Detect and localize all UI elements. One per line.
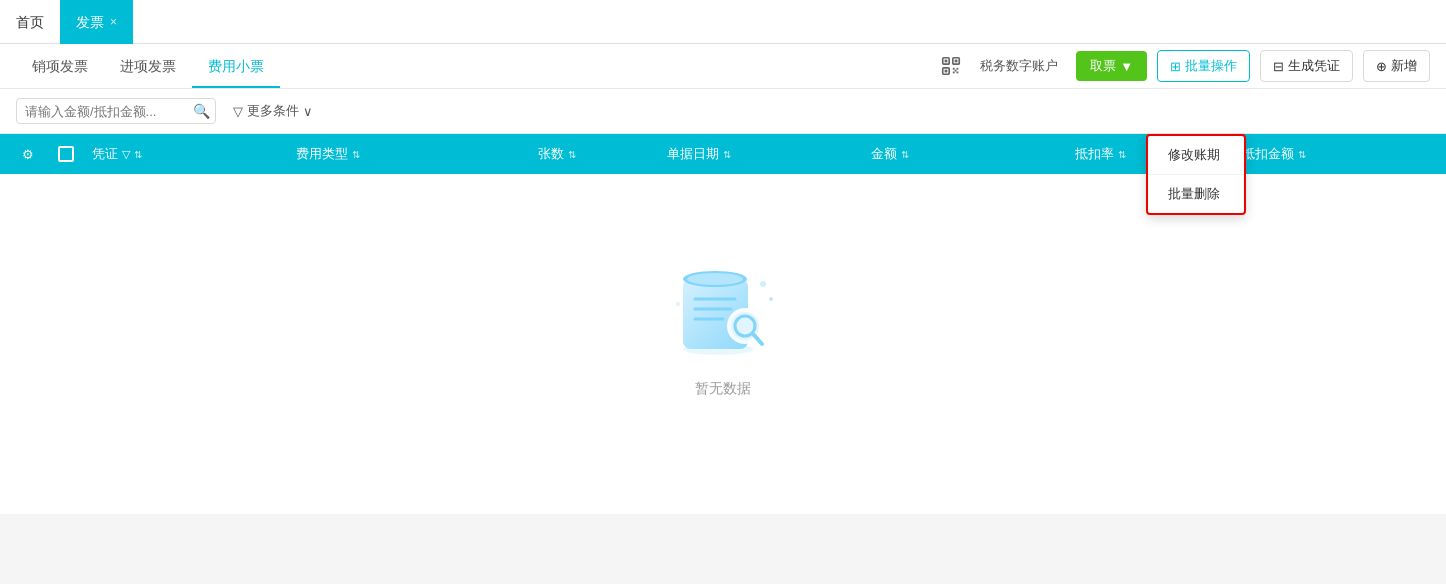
take-invoice-button[interactable]: 取票 ▼ [1076, 51, 1147, 81]
th-deduct-rate-label: 抵扣率 [1075, 145, 1114, 163]
batch-op-wrapper: ⊞ 批量操作 [1157, 50, 1250, 82]
filter-button[interactable]: ▽ 更多条件 ∨ [224, 97, 322, 125]
add-label: 新增 [1391, 57, 1417, 75]
svg-rect-11 [955, 70, 957, 72]
amount-sort-icon[interactable]: ⇅ [901, 149, 909, 160]
batch-op-label: 批量操作 [1185, 57, 1237, 75]
chevron-down-icon: ∨ [303, 104, 313, 119]
right-toolbar: 税务数字账户 取票 ▼ ⊞ 批量操作 ⊟ 生成凭证 ⊕ 新增 [940, 50, 1430, 82]
close-icon[interactable]: × [110, 0, 117, 44]
svg-point-26 [676, 302, 680, 306]
svg-rect-10 [957, 72, 959, 74]
invoice-tab[interactable]: 发票 × [60, 0, 133, 44]
home-tab[interactable]: 首页 [0, 0, 60, 44]
top-nav: 首页 发票 × [0, 0, 1446, 44]
tax-account-button[interactable]: 税务数字账户 [972, 53, 1066, 79]
svg-rect-5 [945, 70, 948, 73]
svg-point-25 [769, 297, 773, 301]
th-voucher-label: 凭证 [92, 145, 118, 163]
svg-rect-9 [953, 72, 955, 74]
th-count-label: 张数 [538, 145, 564, 163]
empty-state-text: 暂无数据 [695, 380, 751, 398]
sub-tabs: 销项发票 进项发票 费用小票 [0, 44, 940, 88]
svg-rect-3 [945, 60, 948, 63]
count-sort-icon[interactable]: ⇅ [568, 149, 576, 160]
th-amount: 金额 ⇅ [863, 145, 1067, 163]
tab-expense[interactable]: 费用小票 [192, 44, 280, 88]
add-icon: ⊕ [1376, 59, 1387, 74]
th-date-label: 单据日期 [667, 145, 719, 163]
dropdown-item-batch-delete[interactable]: 批量删除 [1148, 174, 1244, 213]
batch-dropdown-menu: 修改账期 批量删除 [1146, 134, 1246, 215]
th-check[interactable] [48, 146, 84, 162]
th-count: 张数 ⇅ [530, 145, 659, 163]
add-button[interactable]: ⊕ 新增 [1363, 50, 1430, 82]
tab-purchase[interactable]: 进项发票 [104, 44, 192, 88]
th-date: 单据日期 ⇅ [659, 145, 863, 163]
qr-icon-button[interactable] [940, 55, 962, 77]
dropdown-arrow-icon: ▼ [1120, 59, 1133, 74]
batch-op-icon: ⊞ [1170, 59, 1181, 74]
checkbox-icon[interactable] [58, 146, 74, 162]
take-invoice-label: 取票 [1090, 57, 1116, 75]
dropdown-item-modify-period[interactable]: 修改账期 [1148, 136, 1244, 174]
empty-state: 暂无数据 [0, 174, 1446, 478]
search-input[interactable] [25, 104, 193, 119]
search-filter-bar: 🔍 ▽ 更多条件 ∨ [0, 89, 1446, 134]
th-deduct-amount: 抵扣金额 ⇅ [1234, 145, 1438, 163]
voucher-filter-icon[interactable]: ▽ [122, 148, 130, 161]
th-expense-type-label: 费用类型 [296, 145, 348, 163]
gear-icon[interactable]: ⚙ [22, 147, 34, 162]
generate-voucher-button[interactable]: ⊟ 生成凭证 [1260, 50, 1353, 82]
deduct-rate-sort-icon[interactable]: ⇅ [1118, 149, 1126, 160]
generate-label: 生成凭证 [1288, 57, 1340, 75]
toolbar-left: 🔍 ▽ 更多条件 ∨ [16, 97, 322, 125]
search-input-wrap[interactable]: 🔍 [16, 98, 216, 124]
th-voucher: 凭证 ▽ ⇅ [84, 145, 288, 163]
date-sort-icon[interactable]: ⇅ [723, 149, 731, 160]
svg-point-16 [687, 273, 743, 285]
th-deduct-amount-label: 抵扣金额 [1242, 145, 1294, 163]
th-amount-label: 金额 [871, 145, 897, 163]
svg-point-24 [760, 281, 766, 287]
svg-rect-8 [957, 68, 959, 70]
expense-type-sort-icon[interactable]: ⇅ [352, 149, 360, 160]
generate-icon: ⊟ [1273, 59, 1284, 74]
filter-icon: ▽ [233, 104, 243, 119]
deduct-amount-sort-icon[interactable]: ⇅ [1298, 149, 1306, 160]
invoice-tab-label: 发票 [76, 0, 104, 44]
tab-sales[interactable]: 销项发票 [16, 44, 104, 88]
th-gear[interactable]: ⚙ [8, 147, 48, 162]
svg-rect-4 [955, 60, 958, 63]
th-expense-type: 费用类型 ⇅ [288, 145, 530, 163]
svg-rect-7 [953, 68, 955, 70]
batch-operation-button[interactable]: ⊞ 批量操作 [1157, 50, 1250, 82]
filter-label: 更多条件 [247, 102, 299, 120]
voucher-sort-icon[interactable]: ⇅ [134, 149, 142, 160]
search-icon[interactable]: 🔍 [193, 103, 210, 119]
